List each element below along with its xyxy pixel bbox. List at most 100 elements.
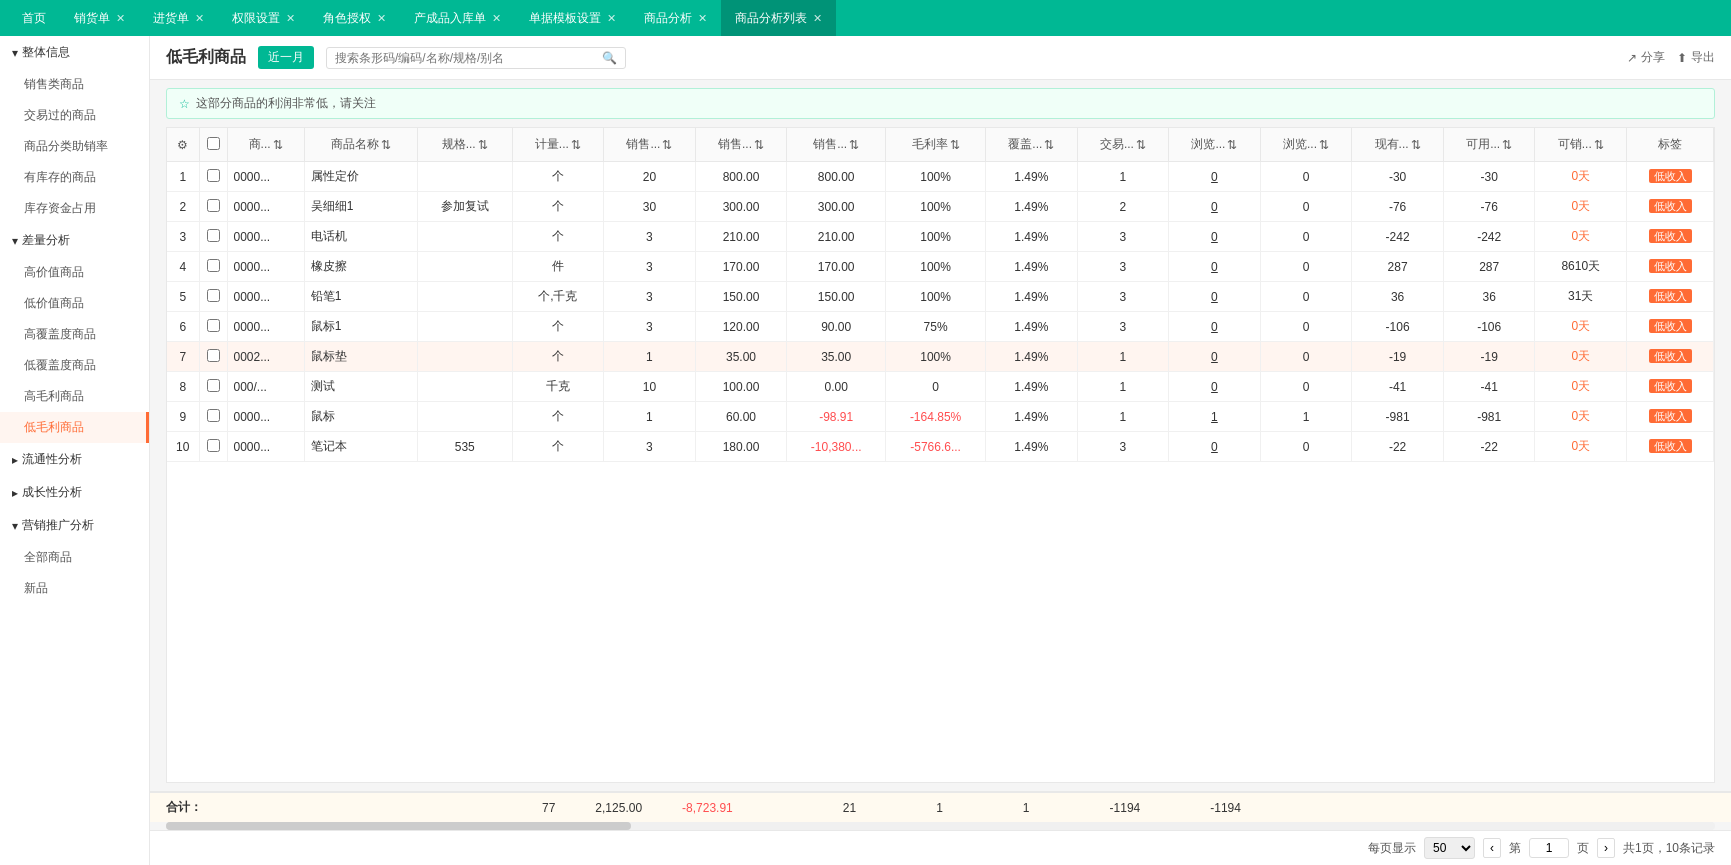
nav-purchase[interactable]: 进货单 ✕ — [139, 0, 218, 36]
sidebar-item-category-rate[interactable]: 商品分类助销率 — [0, 131, 149, 162]
close-analysislist-icon[interactable]: ✕ — [813, 12, 822, 25]
sort-icon-3[interactable]: ⇅ — [478, 138, 488, 152]
sidebar-group-growth[interactable]: ▸ 成长性分析 — [0, 476, 149, 509]
col-settings[interactable]: ⚙ — [167, 128, 199, 162]
nav-analysis-list[interactable]: 商品分析列表 ✕ — [721, 0, 836, 36]
page-size-select[interactable]: 50 100 200 — [1424, 837, 1475, 859]
close-purchase-icon[interactable]: ✕ — [195, 12, 204, 25]
row-view1[interactable]: 0 — [1169, 432, 1261, 462]
sort-icon-4[interactable]: ⇅ — [571, 138, 581, 152]
row-view1[interactable]: 1 — [1169, 402, 1261, 432]
close-roleauth-icon[interactable]: ✕ — [377, 12, 386, 25]
sort-icon-6[interactable]: ⇅ — [754, 138, 764, 152]
sidebar-item-high-value[interactable]: 高价值商品 — [0, 257, 149, 288]
col-sales-qty-header[interactable]: 销售... ⇅ — [604, 128, 696, 162]
sort-icon-8[interactable]: ⇅ — [950, 138, 960, 152]
sort-icon-7[interactable]: ⇅ — [849, 138, 859, 152]
row-view1[interactable]: 0 — [1169, 312, 1261, 342]
sort-icon-5[interactable]: ⇅ — [662, 138, 672, 152]
row-checkbox[interactable] — [199, 312, 227, 342]
nav-role-auth[interactable]: 角色授权 ✕ — [309, 0, 400, 36]
nav-product-analysis[interactable]: 商品分析 ✕ — [630, 0, 721, 36]
row-view1[interactable]: 0 — [1169, 372, 1261, 402]
sort-icon-9[interactable]: ⇅ — [1044, 138, 1054, 152]
sort-icon-14[interactable]: ⇅ — [1502, 138, 1512, 152]
next-page-button[interactable]: › — [1597, 838, 1615, 858]
close-productentry-icon[interactable]: ✕ — [492, 12, 501, 25]
col-unit-header[interactable]: 计量... ⇅ — [512, 128, 604, 162]
nav-product-entry[interactable]: 产成品入库单 ✕ — [400, 0, 515, 36]
col-tag-header[interactable]: 标签 — [1627, 128, 1714, 162]
row-view1[interactable]: 0 — [1169, 162, 1261, 192]
prev-page-button[interactable]: ‹ — [1483, 838, 1501, 858]
row-view1[interactable]: 0 — [1169, 222, 1261, 252]
scrollbar-thumb[interactable] — [166, 822, 631, 830]
row-view1[interactable]: 0 — [1169, 342, 1261, 372]
sort-icon-15[interactable]: ⇅ — [1594, 138, 1604, 152]
col-code-header[interactable]: 商... ⇅ — [227, 128, 304, 162]
period-button[interactable]: 近一月 — [258, 46, 314, 69]
sidebar-item-low-value[interactable]: 低价值商品 — [0, 288, 149, 319]
horizontal-scrollbar[interactable] — [166, 822, 1715, 830]
sidebar-item-low-margin[interactable]: 低毛利商品 — [0, 412, 149, 443]
sidebar-item-new-products[interactable]: 新品 — [0, 573, 149, 604]
sidebar-item-high-coverage[interactable]: 高覆盖度商品 — [0, 319, 149, 350]
row-checkbox[interactable] — [199, 342, 227, 372]
col-gross-rate-header[interactable]: 毛利率 ⇅ — [886, 128, 986, 162]
sidebar-group-circulation[interactable]: ▸ 流通性分析 — [0, 443, 149, 476]
row-checkbox[interactable] — [199, 372, 227, 402]
col-available-header[interactable]: 可用... ⇅ — [1443, 128, 1535, 162]
select-all-checkbox[interactable] — [207, 137, 220, 150]
settings-icon[interactable]: ⚙ — [177, 138, 188, 152]
col-view1-header[interactable]: 浏览... ⇅ — [1169, 128, 1261, 162]
sort-icon-2[interactable]: ⇅ — [381, 138, 391, 152]
col-sales-amount-header[interactable]: 销售... ⇅ — [787, 128, 886, 162]
sidebar-item-sales-products[interactable]: 销售类商品 — [0, 69, 149, 100]
sort-icon[interactable]: ⇅ — [273, 138, 283, 152]
row-checkbox[interactable] — [199, 222, 227, 252]
col-sales-price-header[interactable]: 销售... ⇅ — [695, 128, 787, 162]
sidebar-group-overall[interactable]: ▾ 整体信息 — [0, 36, 149, 69]
search-icon[interactable]: 🔍 — [602, 51, 617, 65]
sidebar-group-diff-analysis[interactable]: ▾ 差量分析 — [0, 224, 149, 257]
col-current-stock-header[interactable]: 现有... ⇅ — [1352, 128, 1444, 162]
sort-icon-10[interactable]: ⇅ — [1136, 138, 1146, 152]
nav-template-settings[interactable]: 单据模板设置 ✕ — [515, 0, 630, 36]
search-input[interactable] — [335, 51, 596, 65]
col-name-header[interactable]: 商品名称 ⇅ — [304, 128, 417, 162]
share-button[interactable]: ↗ 分享 — [1627, 49, 1665, 66]
col-trade-count-header[interactable]: 交易... ⇅ — [1077, 128, 1169, 162]
close-sales-icon[interactable]: ✕ — [116, 12, 125, 25]
sort-icon-11[interactable]: ⇅ — [1227, 138, 1237, 152]
row-checkbox[interactable] — [199, 432, 227, 462]
row-checkbox[interactable] — [199, 402, 227, 432]
row-view1[interactable]: 0 — [1169, 252, 1261, 282]
col-saleable-header[interactable]: 可销... ⇅ — [1535, 128, 1627, 162]
sidebar-group-marketing[interactable]: ▾ 营销推广分析 — [0, 509, 149, 542]
row-view1[interactable]: 0 — [1169, 192, 1261, 222]
col-view2-header[interactable]: 浏览... ⇅ — [1260, 128, 1352, 162]
nav-sales[interactable]: 销货单 ✕ — [60, 0, 139, 36]
sidebar-item-stock-capital[interactable]: 库存资金占用 — [0, 193, 149, 224]
close-permissions-icon[interactable]: ✕ — [286, 12, 295, 25]
sidebar-item-stock-products[interactable]: 有库存的商品 — [0, 162, 149, 193]
row-checkbox[interactable] — [199, 162, 227, 192]
row-checkbox[interactable] — [199, 192, 227, 222]
sort-icon-13[interactable]: ⇅ — [1411, 138, 1421, 152]
col-spec-header[interactable]: 规格... ⇅ — [417, 128, 512, 162]
nav-home[interactable]: 首页 — [8, 0, 60, 36]
row-view1[interactable]: 0 — [1169, 282, 1261, 312]
close-analysis-icon[interactable]: ✕ — [698, 12, 707, 25]
row-checkbox[interactable] — [199, 282, 227, 312]
col-cover-rate-header[interactable]: 覆盖... ⇅ — [986, 128, 1078, 162]
export-button[interactable]: ⬆ 导出 — [1677, 49, 1715, 66]
sort-icon-12[interactable]: ⇅ — [1319, 138, 1329, 152]
sidebar-item-traded-products[interactable]: 交易过的商品 — [0, 100, 149, 131]
sidebar-item-low-coverage[interactable]: 低覆盖度商品 — [0, 350, 149, 381]
col-checkbox-header[interactable] — [199, 128, 227, 162]
nav-permissions[interactable]: 权限设置 ✕ — [218, 0, 309, 36]
sidebar-item-high-margin[interactable]: 高毛利商品 — [0, 381, 149, 412]
close-template-icon[interactable]: ✕ — [607, 12, 616, 25]
sidebar-item-all-products[interactable]: 全部商品 — [0, 542, 149, 573]
page-input[interactable] — [1529, 838, 1569, 858]
